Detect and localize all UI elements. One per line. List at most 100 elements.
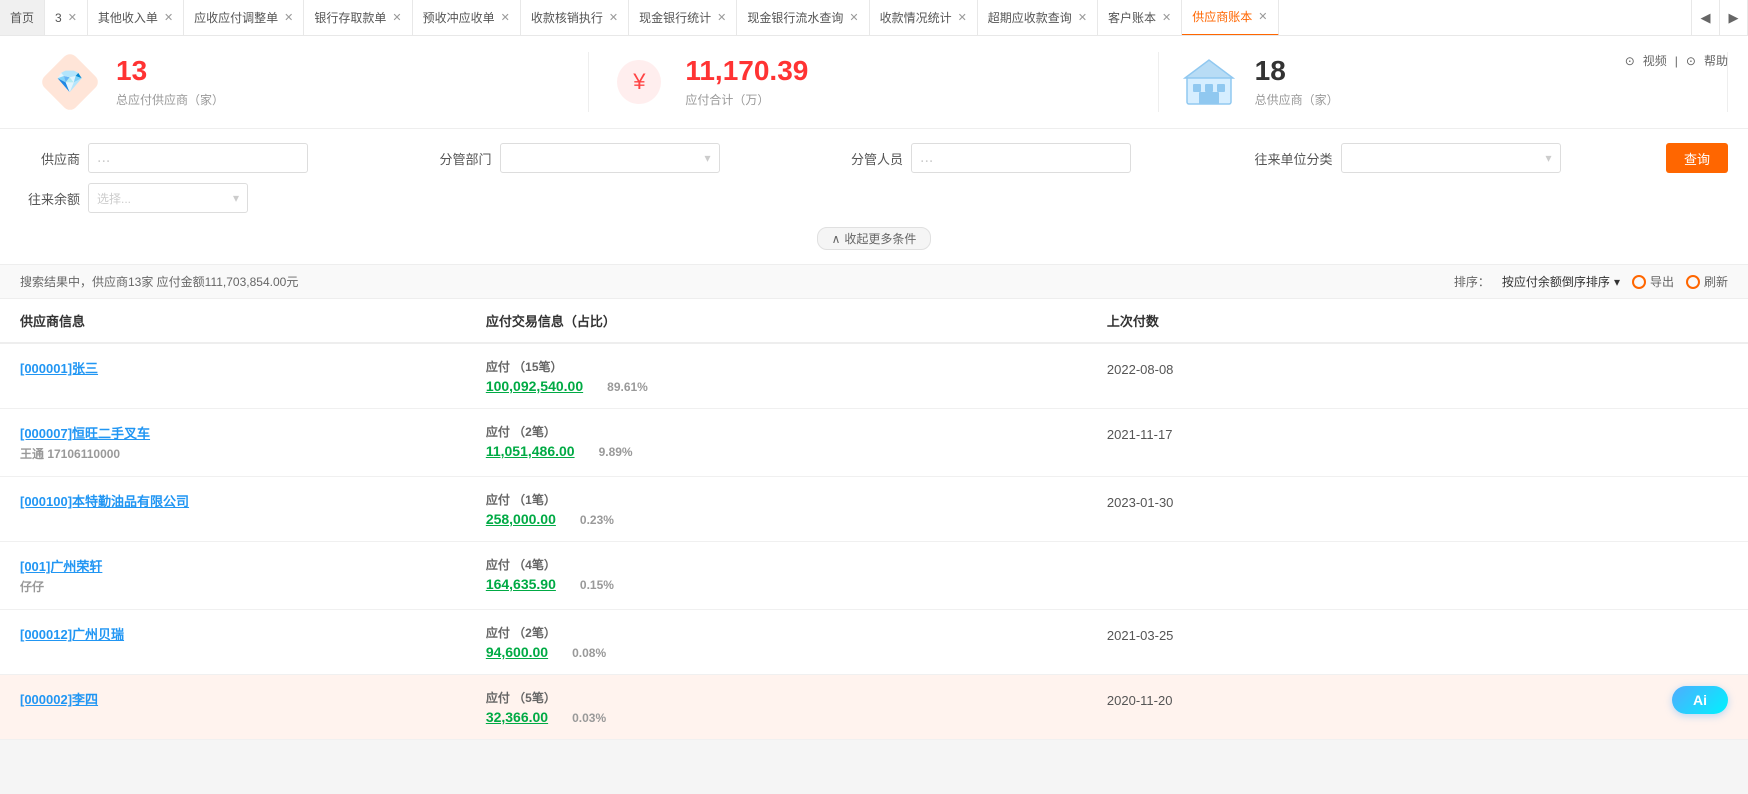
- nav-tab-3-close[interactable]: ✕: [68, 11, 77, 24]
- main-table: 供应商信息 应付交易信息（占比） 上次付数 [000001]张三 应付 （15笔…: [0, 299, 1748, 740]
- transaction-amount-3[interactable]: 258,000.00: [486, 511, 556, 527]
- column-header-supplier-info: 供应商信息: [20, 311, 486, 330]
- nav-arrows: ◀ ▶: [1691, 0, 1748, 36]
- stats-banner: 💎 13 总应付供应商（家） ¥ 11,170.39 应付合计（万）: [0, 36, 1748, 129]
- transaction-percent-2: 9.89%: [599, 445, 633, 459]
- nav-tab-supplier-account[interactable]: 供应商账本 ✕: [1182, 0, 1278, 36]
- department-filter-label: 分管部门: [432, 149, 492, 168]
- results-bar: 搜索结果中，供应商13家 应付金额111,703,854.00元 排序： 按应付…: [0, 265, 1748, 299]
- video-icon: ⊙: [1625, 54, 1635, 68]
- nav-tab-advance-collection-close[interactable]: ✕: [501, 11, 510, 24]
- table-row-2: [000007]恒旺二手叉车 王通 17106110000 应付 （2笔） 11…: [0, 409, 1748, 477]
- manager-filter-input[interactable]: ...: [911, 143, 1131, 173]
- nav-tab-overdue-query-close[interactable]: ✕: [1078, 11, 1087, 24]
- nav-tab-bank-deposit-close[interactable]: ✕: [392, 11, 401, 24]
- supplier-link-4[interactable]: [001]广州荣轩: [20, 559, 102, 574]
- nav-tab-receipt-verify[interactable]: 收款核销执行 ✕: [521, 0, 629, 36]
- nav-tab-cash-bank-flow-label: 现金银行流水查询: [747, 9, 843, 26]
- transaction-row-2: 11,051,486.00 9.89%: [486, 443, 1107, 459]
- nav-tab-collection-stats[interactable]: 收款情况统计 ✕: [870, 0, 978, 36]
- nav-tab-bank-deposit[interactable]: 银行存取款单 ✕: [304, 0, 412, 36]
- transaction-amount-2[interactable]: 11,051,486.00: [486, 443, 575, 459]
- unit-category-filter-input[interactable]: ▾: [1341, 143, 1561, 173]
- table-row-5: [000012]广州贝瑞 应付 （2笔） 94,600.00 0.08% 202…: [0, 610, 1748, 675]
- nav-tab-receipt-verify-close[interactable]: ✕: [609, 11, 618, 24]
- sort-select[interactable]: 按应付余额倒序排序 ▾: [1502, 273, 1620, 290]
- nav-tab-home[interactable]: 首页: [0, 0, 45, 36]
- nav-tab-cash-bank-flow-close[interactable]: ✕: [849, 11, 858, 24]
- transaction-amount-6[interactable]: 32,366.00: [486, 709, 548, 725]
- transaction-row-6: 32,366.00 0.03%: [486, 709, 1107, 725]
- ai-badge[interactable]: Ai: [1672, 686, 1728, 714]
- nav-tab-payable-adjust-close[interactable]: ✕: [284, 11, 293, 24]
- stat-info-payable-amount: 11,170.39 应付合计（万）: [685, 56, 808, 108]
- help-link[interactable]: 帮助: [1704, 52, 1728, 69]
- nav-tab-supplier-account-close[interactable]: ✕: [1258, 10, 1267, 23]
- nav-tab-cash-bank-stats-label: 现金银行统计: [639, 9, 711, 26]
- nav-tab-other-income-label: 其他收入单: [98, 9, 158, 26]
- transaction-type-1: 应付 （15笔）: [486, 358, 1107, 375]
- payable-amount-icon: ¥: [609, 52, 669, 112]
- search-button[interactable]: 查询: [1666, 143, 1728, 173]
- nav-tab-cash-bank-stats-close[interactable]: ✕: [717, 11, 726, 24]
- transaction-row-1: 100,092,540.00 89.61%: [486, 378, 1107, 394]
- table-header: 供应商信息 应付交易信息（占比） 上次付数: [0, 299, 1748, 344]
- transaction-amount-5[interactable]: 94,600.00: [486, 644, 548, 660]
- sort-value-label: 按应付余额倒序排序: [1502, 273, 1610, 290]
- video-link[interactable]: 视频: [1643, 52, 1667, 69]
- transaction-percent-5: 0.08%: [572, 646, 606, 660]
- payable-suppliers-label: 总应付供应商（家）: [116, 91, 224, 108]
- last-payment-4: [1107, 556, 1418, 560]
- filter-unit-category: 往来单位分类 ▾: [1255, 143, 1647, 173]
- column-header-transaction-info: 应付交易信息（占比）: [486, 311, 1107, 330]
- balance-filter-select[interactable]: 选择... ▾: [88, 183, 248, 213]
- nav-tab-payable-adjust[interactable]: 应收应付调整单 ✕: [184, 0, 304, 36]
- export-icon: [1632, 275, 1646, 289]
- nav-tab-overdue-query[interactable]: 超期应收款查询 ✕: [978, 0, 1098, 36]
- table-rows-container: [000001]张三 应付 （15笔） 100,092,540.00 89.61…: [0, 344, 1748, 740]
- filter-supplier: 供应商 ...: [20, 143, 412, 173]
- supplier-link-3[interactable]: [000100]本特勤油品有限公司: [20, 494, 189, 509]
- top-navigation: 首页 3 ✕ 其他收入单 ✕ 应收应付调整单 ✕ 银行存取款单 ✕ 预收冲应收单…: [0, 0, 1748, 36]
- supplier-dots: ...: [97, 149, 110, 167]
- total-suppliers-number: 18: [1255, 56, 1339, 87]
- supplier-link-6[interactable]: [000002]李四: [20, 692, 98, 707]
- payable-amount-label: 应付合计（万）: [685, 91, 808, 108]
- stat-block-payable-amount: ¥ 11,170.39 应付合计（万）: [589, 52, 1158, 112]
- transaction-percent-4: 0.15%: [580, 578, 614, 592]
- sort-chevron-icon: ▾: [1614, 275, 1620, 289]
- transaction-percent-6: 0.03%: [572, 711, 606, 725]
- supplier-link-5[interactable]: [000012]广州贝瑞: [20, 627, 124, 642]
- filter-area: 供应商 ... 分管部门 ▾ 分管人员 ... 往来单位分类: [0, 129, 1748, 265]
- transaction-percent-1: 89.61%: [607, 380, 648, 394]
- nav-tab-other-income[interactable]: 其他收入单 ✕: [88, 0, 184, 36]
- nav-arrow-left[interactable]: ◀: [1692, 0, 1720, 36]
- transaction-type-5: 应付 （2笔）: [486, 624, 1107, 641]
- supplier-link-1[interactable]: [000001]张三: [20, 361, 98, 376]
- transaction-count-5: （2笔）: [513, 626, 556, 640]
- transaction-amount-1[interactable]: 100,092,540.00: [486, 378, 583, 394]
- supplier-filter-input[interactable]: ...: [88, 143, 308, 173]
- filter-row-2: 往来余额 选择... ▾: [20, 183, 1728, 213]
- transaction-amount-4[interactable]: 164,635.90: [486, 576, 556, 592]
- nav-tab-3[interactable]: 3 ✕: [45, 0, 88, 36]
- export-button[interactable]: 导出: [1632, 273, 1674, 290]
- department-filter-input[interactable]: ▾: [500, 143, 720, 173]
- results-actions: 排序： 按应付余额倒序排序 ▾ 导出 刷新: [1454, 273, 1728, 290]
- refresh-button[interactable]: 刷新: [1686, 273, 1728, 290]
- supplier-info-1: [000001]张三: [20, 358, 486, 377]
- collapse-button[interactable]: ∧ 收起更多条件: [817, 227, 932, 250]
- nav-tab-other-income-close[interactable]: ✕: [164, 11, 173, 24]
- nav-arrow-right[interactable]: ▶: [1720, 0, 1748, 36]
- column-header-last-payment: 上次付数: [1107, 311, 1418, 330]
- filter-balance: 往来余额 选择... ▾: [20, 183, 300, 213]
- nav-tab-cash-bank-stats[interactable]: 现金银行统计 ✕: [629, 0, 737, 36]
- help-icon: ⊙: [1686, 54, 1696, 68]
- nav-tab-customer-account-close[interactable]: ✕: [1162, 11, 1171, 24]
- nav-tab-collection-stats-close[interactable]: ✕: [958, 11, 967, 24]
- nav-tab-advance-collection[interactable]: 预收冲应收单 ✕: [413, 0, 521, 36]
- supplier-link-2[interactable]: [000007]恒旺二手叉车: [20, 426, 150, 441]
- transaction-info-6: 应付 （5笔） 32,366.00 0.03%: [486, 689, 1107, 725]
- nav-tab-cash-bank-flow[interactable]: 现金银行流水查询 ✕: [737, 0, 869, 36]
- nav-tab-customer-account[interactable]: 客户账本 ✕: [1098, 0, 1182, 36]
